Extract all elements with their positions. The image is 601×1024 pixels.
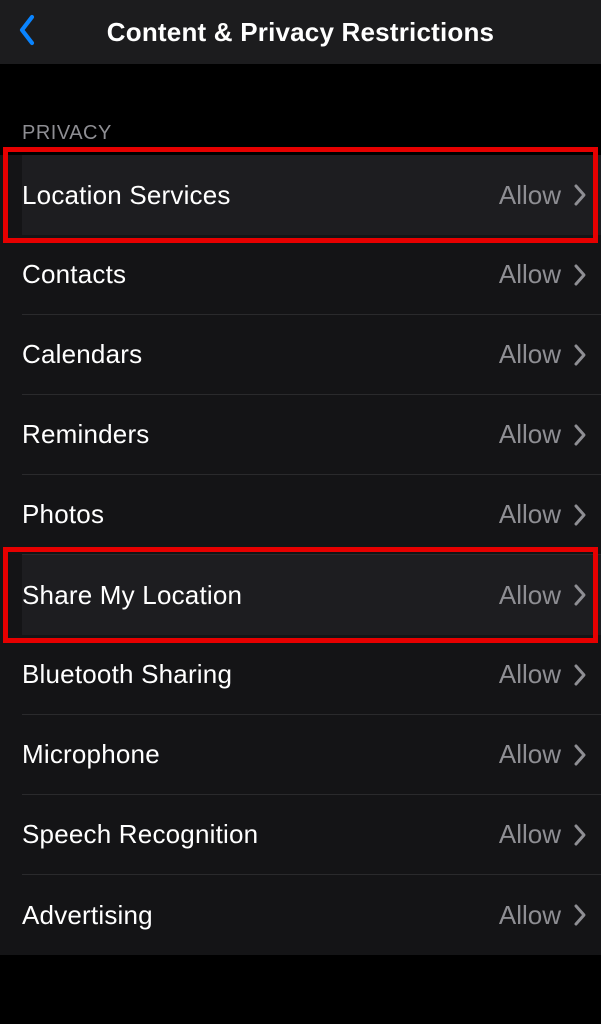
chevron-right-icon xyxy=(573,423,587,447)
row-advertising[interactable]: AdvertisingAllow xyxy=(22,875,601,955)
chevron-right-icon xyxy=(573,343,587,367)
row-label: Location Services xyxy=(22,180,499,211)
nav-header: Content & Privacy Restrictions xyxy=(0,0,601,64)
row-photos[interactable]: PhotosAllow xyxy=(22,475,601,555)
row-calendars[interactable]: CalendarsAllow xyxy=(22,315,601,395)
row-value: Allow xyxy=(499,180,561,211)
row-value: Allow xyxy=(499,739,561,770)
chevron-right-icon xyxy=(573,183,587,207)
page-title: Content & Privacy Restrictions xyxy=(0,17,601,48)
section-header-privacy: PRIVACY xyxy=(0,122,601,155)
row-label: Reminders xyxy=(22,419,499,450)
row-label: Bluetooth Sharing xyxy=(22,659,499,690)
row-value: Allow xyxy=(499,419,561,450)
chevron-right-icon xyxy=(573,663,587,687)
row-value: Allow xyxy=(499,339,561,370)
row-label: Contacts xyxy=(22,259,499,290)
back-button[interactable] xyxy=(6,0,50,64)
row-contacts[interactable]: ContactsAllow xyxy=(22,235,601,315)
row-microphone[interactable]: MicrophoneAllow xyxy=(22,715,601,795)
highlight-location-services: Location ServicesAllow xyxy=(0,155,601,235)
settings-list: Location ServicesAllowContactsAllowCalen… xyxy=(0,155,601,955)
chevron-right-icon xyxy=(573,263,587,287)
row-label: Share My Location xyxy=(22,580,499,611)
row-value: Allow xyxy=(499,900,561,931)
row-label: Microphone xyxy=(22,739,499,770)
row-label: Advertising xyxy=(22,900,499,931)
row-label: Calendars xyxy=(22,339,499,370)
row-speech-recognition[interactable]: Speech RecognitionAllow xyxy=(22,795,601,875)
chevron-right-icon xyxy=(573,743,587,767)
chevron-right-icon xyxy=(573,903,587,927)
row-reminders[interactable]: RemindersAllow xyxy=(22,395,601,475)
chevron-right-icon xyxy=(573,583,587,607)
row-location-services[interactable]: Location ServicesAllow xyxy=(22,155,601,235)
row-label: Speech Recognition xyxy=(22,819,499,850)
row-value: Allow xyxy=(499,499,561,530)
chevron-right-icon xyxy=(573,503,587,527)
row-value: Allow xyxy=(499,819,561,850)
highlight-share-my-location: Share My LocationAllow xyxy=(0,555,601,635)
row-bluetooth-sharing[interactable]: Bluetooth SharingAllow xyxy=(22,635,601,715)
row-share-my-location[interactable]: Share My LocationAllow xyxy=(22,555,601,635)
chevron-right-icon xyxy=(573,823,587,847)
chevron-left-icon xyxy=(18,13,38,52)
row-value: Allow xyxy=(499,259,561,290)
spacer xyxy=(0,64,601,122)
row-label: Photos xyxy=(22,499,499,530)
row-value: Allow xyxy=(499,659,561,690)
row-value: Allow xyxy=(499,580,561,611)
